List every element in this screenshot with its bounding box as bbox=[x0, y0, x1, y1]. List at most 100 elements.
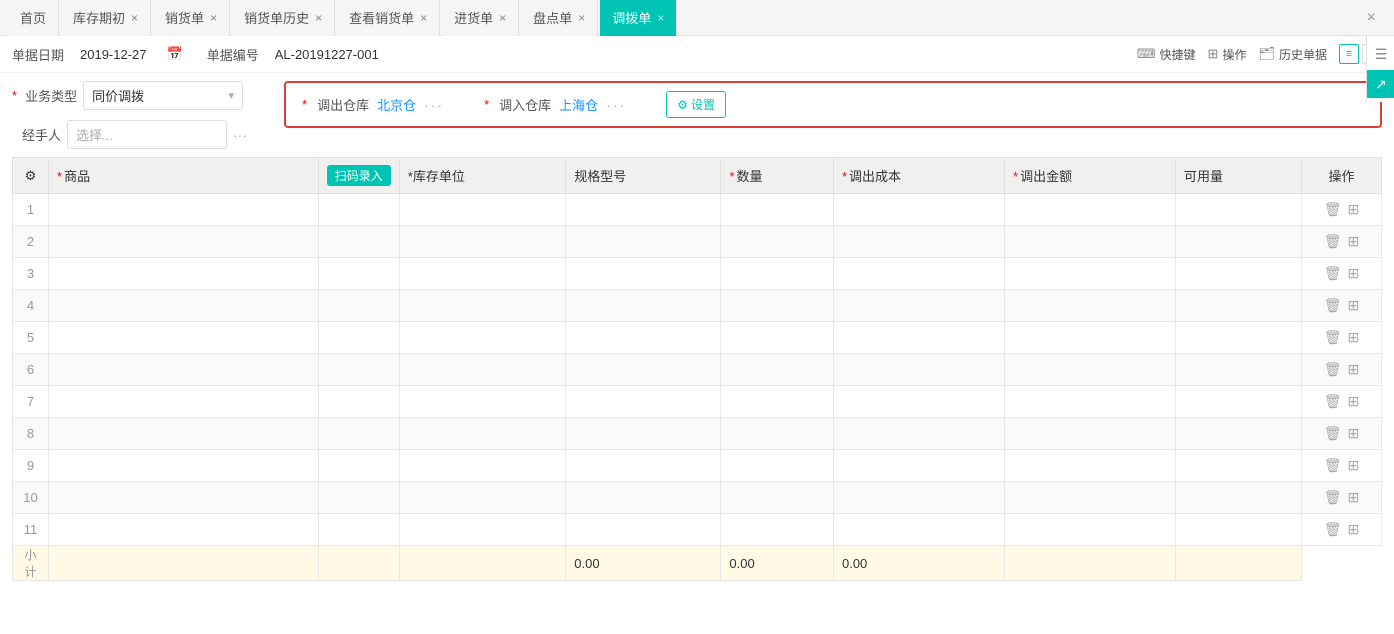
cost-cell[interactable] bbox=[833, 386, 1004, 418]
product-cell[interactable] bbox=[49, 418, 319, 450]
delete-icon[interactable]: 🗑 bbox=[1324, 521, 1342, 538]
product-cell[interactable] bbox=[49, 322, 319, 354]
copy-icon[interactable]: ⊞ bbox=[1348, 233, 1360, 250]
product-cell[interactable] bbox=[49, 482, 319, 514]
tab-purchase-order[interactable]: 进货单 × bbox=[442, 0, 519, 36]
unit-cell[interactable] bbox=[399, 258, 565, 290]
amount-cell[interactable] bbox=[1005, 450, 1176, 482]
qty-cell[interactable] bbox=[721, 194, 834, 226]
tab-home[interactable]: 首页 bbox=[8, 0, 59, 36]
cost-cell[interactable] bbox=[833, 258, 1004, 290]
copy-icon[interactable]: ⊞ bbox=[1348, 393, 1360, 410]
qty-cell[interactable] bbox=[721, 290, 834, 322]
delete-icon[interactable]: 🗑 bbox=[1324, 393, 1342, 410]
amount-cell[interactable] bbox=[1005, 226, 1176, 258]
qty-cell[interactable] bbox=[721, 514, 834, 546]
source-warehouse-more-icon[interactable]: ··· bbox=[424, 97, 444, 113]
qty-cell[interactable] bbox=[721, 354, 834, 386]
amount-cell[interactable] bbox=[1005, 290, 1176, 322]
qty-cell[interactable] bbox=[721, 418, 834, 450]
spec-cell[interactable] bbox=[566, 290, 721, 322]
unit-cell[interactable] bbox=[399, 290, 565, 322]
amount-cell[interactable] bbox=[1005, 258, 1176, 290]
product-cell[interactable] bbox=[49, 386, 319, 418]
tab-view-sales[interactable]: 查看销货单 × bbox=[337, 0, 440, 36]
unit-cell[interactable] bbox=[399, 514, 565, 546]
delete-icon[interactable]: 🗑 bbox=[1324, 297, 1342, 314]
unit-cell[interactable] bbox=[399, 386, 565, 418]
delete-icon[interactable]: 🗑 bbox=[1324, 329, 1342, 346]
amount-cell[interactable] bbox=[1005, 482, 1176, 514]
qty-cell[interactable] bbox=[721, 226, 834, 258]
amount-cell[interactable] bbox=[1005, 386, 1176, 418]
cost-cell[interactable] bbox=[833, 482, 1004, 514]
copy-icon[interactable]: ⊞ bbox=[1348, 457, 1360, 474]
spec-cell[interactable] bbox=[566, 322, 721, 354]
layout-lines-icon[interactable]: ≡ bbox=[1339, 44, 1359, 64]
cost-cell[interactable] bbox=[833, 418, 1004, 450]
product-cell[interactable] bbox=[49, 290, 319, 322]
scan-button[interactable]: 扫码录入 bbox=[327, 165, 391, 186]
calendar-icon[interactable]: 📅 bbox=[167, 46, 183, 62]
col-gear[interactable]: ⚙ bbox=[13, 158, 49, 194]
delete-icon[interactable]: 🗑 bbox=[1324, 201, 1342, 218]
delete-icon[interactable]: 🗑 bbox=[1324, 265, 1342, 282]
product-cell[interactable] bbox=[49, 514, 319, 546]
cost-cell[interactable] bbox=[833, 194, 1004, 226]
tab-inventory-init[interactable]: 库存期初 × bbox=[61, 0, 151, 36]
spec-cell[interactable] bbox=[566, 450, 721, 482]
unit-cell[interactable] bbox=[399, 226, 565, 258]
window-close-button[interactable]: × bbox=[1357, 0, 1386, 36]
cost-cell[interactable] bbox=[833, 322, 1004, 354]
unit-cell[interactable] bbox=[399, 322, 565, 354]
spec-cell[interactable] bbox=[566, 354, 721, 386]
copy-icon[interactable]: ⊞ bbox=[1348, 489, 1360, 506]
delete-icon[interactable]: 🗑 bbox=[1324, 425, 1342, 442]
table-scroll[interactable]: ⚙ *商品 扫码录入 *库存单位 规格型号 *数量 *调出成本 *调出金额 可用… bbox=[12, 157, 1382, 581]
product-cell[interactable] bbox=[49, 194, 319, 226]
spec-cell[interactable] bbox=[566, 514, 721, 546]
close-icon[interactable]: × bbox=[210, 11, 217, 25]
close-icon[interactable]: × bbox=[578, 11, 585, 25]
export-icon[interactable]: ↗ bbox=[1367, 70, 1394, 98]
close-icon[interactable]: × bbox=[315, 11, 322, 25]
qty-cell[interactable] bbox=[721, 322, 834, 354]
qty-cell[interactable] bbox=[721, 258, 834, 290]
close-icon[interactable]: × bbox=[131, 11, 138, 25]
close-icon[interactable]: × bbox=[420, 11, 427, 25]
qty-cell[interactable] bbox=[721, 386, 834, 418]
spec-cell[interactable] bbox=[566, 226, 721, 258]
unit-cell[interactable] bbox=[399, 418, 565, 450]
tab-transfer-order[interactable]: 调拨单 × bbox=[600, 0, 677, 36]
business-type-select[interactable]: 同价调拨 ▾ bbox=[83, 81, 243, 110]
tab-sales-order[interactable]: 销货单 × bbox=[153, 0, 230, 36]
spec-cell[interactable] bbox=[566, 258, 721, 290]
delete-icon[interactable]: 🗑 bbox=[1324, 489, 1342, 506]
cost-cell[interactable] bbox=[833, 450, 1004, 482]
target-warehouse-value[interactable]: 上海仓 bbox=[559, 95, 598, 114]
amount-cell[interactable] bbox=[1005, 514, 1176, 546]
operations-button[interactable]: ⊞ 操作 bbox=[1208, 46, 1247, 63]
unit-cell[interactable] bbox=[399, 450, 565, 482]
history-button[interactable]: 🗂 历史单据 bbox=[1258, 46, 1327, 63]
tab-inventory-check[interactable]: 盘点单 × bbox=[521, 0, 598, 36]
product-cell[interactable] bbox=[49, 226, 319, 258]
copy-icon[interactable]: ⊞ bbox=[1348, 361, 1360, 378]
cost-cell[interactable] bbox=[833, 226, 1004, 258]
product-cell[interactable] bbox=[49, 354, 319, 386]
cost-cell[interactable] bbox=[833, 354, 1004, 386]
unit-cell[interactable] bbox=[399, 482, 565, 514]
unit-cell[interactable] bbox=[399, 194, 565, 226]
delete-icon[interactable]: 🗑 bbox=[1324, 457, 1342, 474]
copy-icon[interactable]: ⊞ bbox=[1348, 521, 1360, 538]
copy-icon[interactable]: ⊞ bbox=[1348, 329, 1360, 346]
unit-cell[interactable] bbox=[399, 354, 565, 386]
delete-icon[interactable]: 🗑 bbox=[1324, 361, 1342, 378]
more-icon[interactable]: ··· bbox=[233, 127, 247, 143]
amount-cell[interactable] bbox=[1005, 354, 1176, 386]
delete-icon[interactable]: 🗑 bbox=[1324, 233, 1342, 250]
copy-icon[interactable]: ⊞ bbox=[1348, 201, 1360, 218]
spec-cell[interactable] bbox=[566, 194, 721, 226]
spec-cell[interactable] bbox=[566, 482, 721, 514]
copy-icon[interactable]: ⊞ bbox=[1348, 297, 1360, 314]
